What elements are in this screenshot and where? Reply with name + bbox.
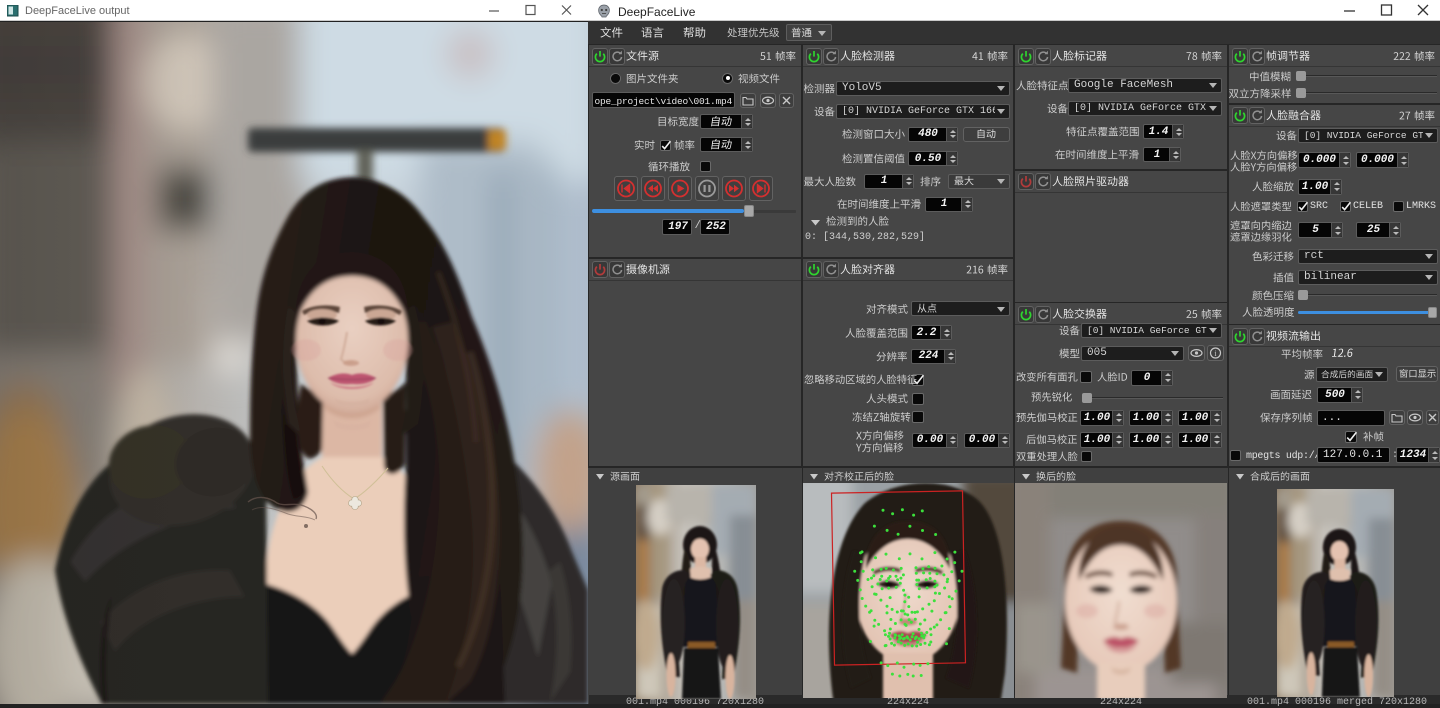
svg-text:i: i — [1214, 349, 1217, 358]
